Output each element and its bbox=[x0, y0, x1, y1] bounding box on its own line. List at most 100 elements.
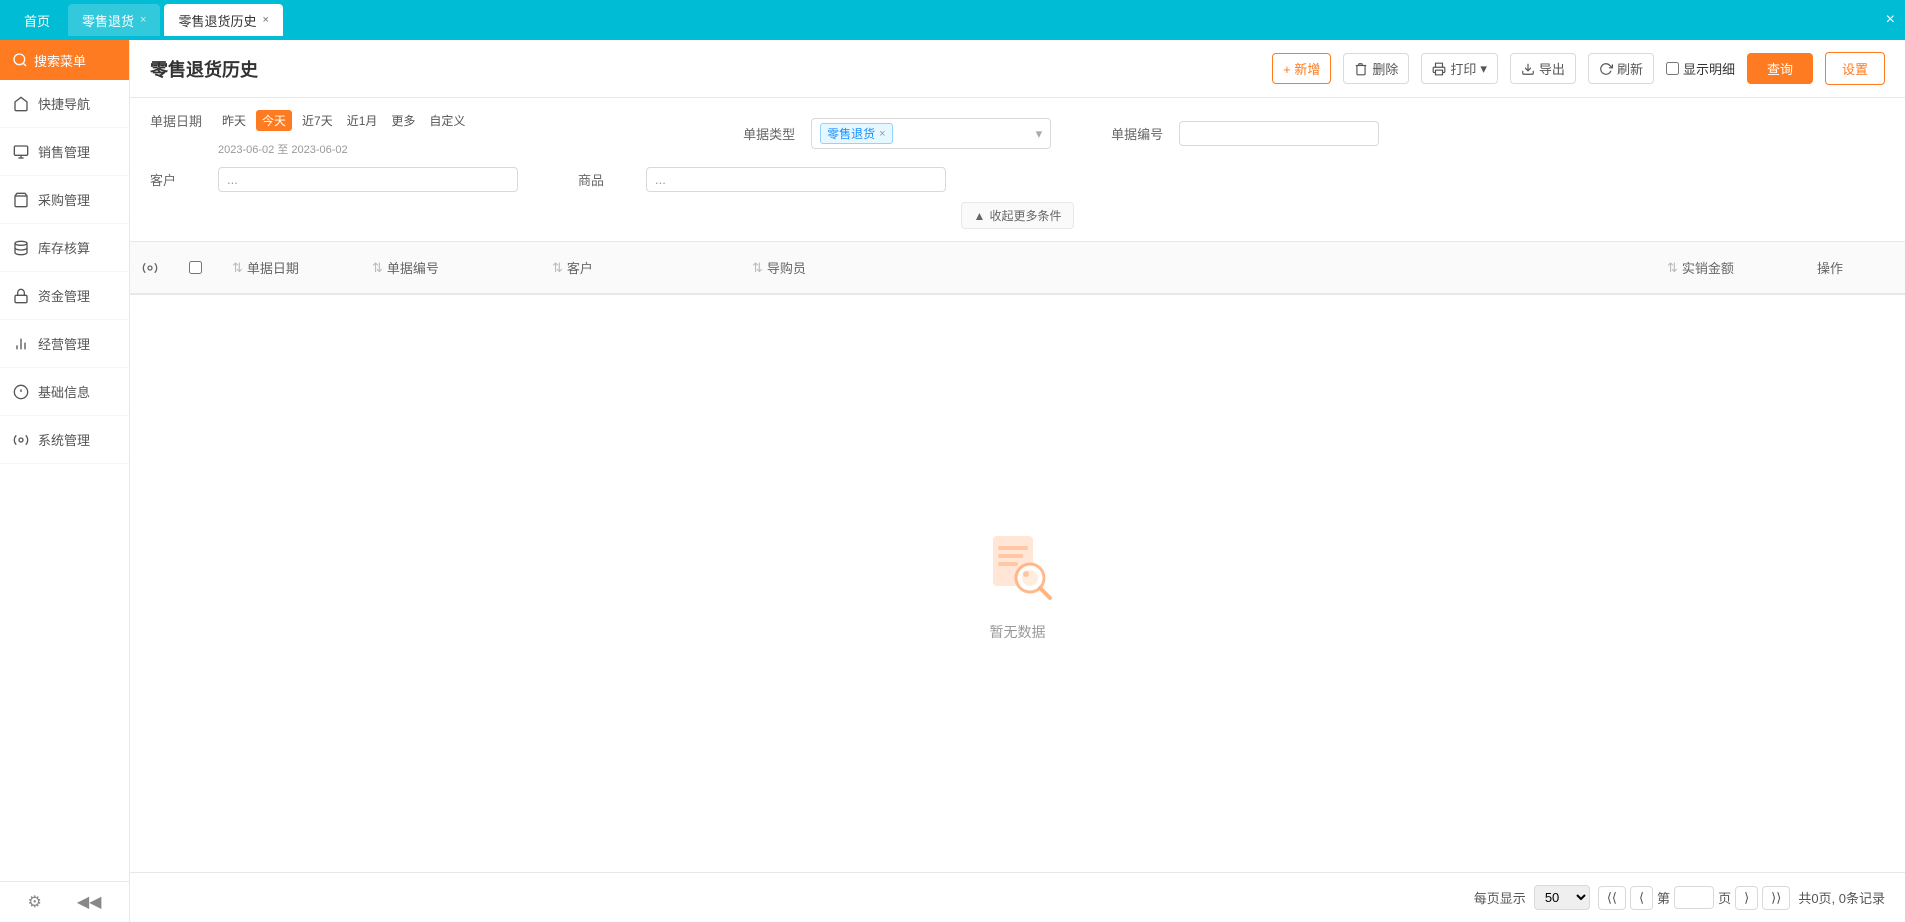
sidebar-item-system-label: 系统管理 bbox=[38, 430, 90, 449]
number-filter-label: 单据编号 bbox=[1111, 124, 1171, 143]
th-amount[interactable]: ⇅ 实销金额 bbox=[1655, 250, 1805, 285]
show-detail-checkbox[interactable] bbox=[1666, 62, 1679, 75]
tab-retail-return-history-label: 零售退货历史 bbox=[178, 11, 256, 30]
goods-filter-label: 商品 bbox=[578, 170, 638, 189]
th-number-label: 单据编号 bbox=[387, 258, 439, 277]
column-settings-icon[interactable] bbox=[142, 260, 158, 276]
date-opt-7days[interactable]: 近7天 bbox=[298, 110, 337, 131]
page-first-btn[interactable]: ⟨⟨ bbox=[1598, 886, 1626, 910]
date-filter: 单据日期 昨天 今天 近7天 近1月 更多 自定义 2023-06-02 至 2… bbox=[150, 110, 683, 157]
type-tag-text: 零售退货 bbox=[827, 125, 875, 142]
th-guide[interactable]: ⇅ 导购员 bbox=[740, 250, 940, 285]
print-label: 打印 bbox=[1450, 59, 1476, 78]
delete-label: 删除 bbox=[1372, 59, 1398, 78]
sidebar-search-label: 搜索菜单 bbox=[34, 51, 86, 70]
th-amount-label: 实销金额 bbox=[1682, 258, 1734, 277]
page-unit: 页 bbox=[1718, 888, 1731, 907]
sidebar-item-sales-label: 销售管理 bbox=[38, 142, 90, 161]
customer-filter: 客户 ... bbox=[150, 167, 518, 192]
th-checkbox[interactable] bbox=[170, 253, 220, 282]
sidebar-item-info[interactable]: 基础信息 bbox=[0, 368, 129, 416]
print-button[interactable]: 打印 ▾ bbox=[1421, 53, 1498, 84]
finance-icon bbox=[12, 287, 30, 305]
window-close-btn[interactable]: × bbox=[1886, 11, 1895, 29]
date-opt-custom[interactable]: 自定义 bbox=[425, 110, 469, 131]
refresh-button[interactable]: 刷新 bbox=[1588, 53, 1654, 84]
sidebar-item-finance[interactable]: 资金管理 bbox=[0, 272, 129, 320]
tab-home[interactable]: 首页 bbox=[10, 4, 64, 36]
business-icon bbox=[12, 335, 30, 353]
volume-icon[interactable]: ◀◀ bbox=[77, 892, 102, 912]
goods-input[interactable]: ... bbox=[646, 167, 946, 192]
page-title: 零售退货历史 bbox=[150, 56, 258, 82]
sidebar-search[interactable]: 搜索菜单 bbox=[0, 40, 129, 80]
select-all-checkbox[interactable] bbox=[189, 261, 202, 274]
type-tag-remove[interactable]: × bbox=[879, 128, 885, 140]
search-icon bbox=[12, 52, 28, 68]
number-filter-input[interactable] bbox=[1179, 121, 1379, 146]
type-dropdown[interactable]: 零售退货 × ▾ bbox=[811, 118, 1051, 149]
page-prev-btn[interactable]: ⟨ bbox=[1630, 886, 1653, 910]
sidebar-item-finance-label: 资金管理 bbox=[38, 286, 90, 305]
collapse-up-icon: ▲ bbox=[974, 209, 986, 223]
date-opt-today[interactable]: 今天 bbox=[256, 110, 292, 131]
page-header: 零售退货历史 + 新增 删除 打印 ▾ 导出 刷新 bbox=[130, 40, 1905, 98]
tab-retail-return[interactable]: 零售退货 × bbox=[68, 4, 160, 36]
tab-retail-return-close[interactable]: × bbox=[140, 14, 146, 26]
type-filter: 单据类型 零售退货 × ▾ bbox=[743, 118, 1051, 149]
show-detail-label: 显示明细 bbox=[1683, 59, 1735, 78]
sidebar-item-info-label: 基础信息 bbox=[38, 382, 90, 401]
delete-button[interactable]: 删除 bbox=[1343, 53, 1409, 84]
sidebar-item-system[interactable]: 系统管理 bbox=[0, 416, 129, 464]
tab-retail-return-label: 零售退货 bbox=[82, 11, 134, 30]
sidebar-item-sales[interactable]: 销售管理 bbox=[0, 128, 129, 176]
customer-input[interactable]: ... bbox=[218, 167, 518, 192]
query-button[interactable]: 查询 bbox=[1747, 53, 1813, 84]
customer-ellipsis[interactable]: ... bbox=[227, 172, 238, 187]
info-icon bbox=[12, 383, 30, 401]
sidebar-item-quicknav[interactable]: 快捷导航 bbox=[0, 80, 129, 128]
collapse-button[interactable]: ▲ 收起更多条件 bbox=[961, 202, 1075, 229]
th-guide-label: 导购员 bbox=[767, 258, 806, 277]
show-detail-checkbox-label[interactable]: 显示明细 bbox=[1666, 59, 1735, 78]
th-guide-icon: ⇅ bbox=[752, 260, 763, 276]
empty-text: 暂无数据 bbox=[990, 622, 1046, 642]
pagination: 每页显示 50 10 20 100 ⟨⟨ ⟨ 第 1 页 ⟩ ⟩⟩ 共0页, 0… bbox=[130, 872, 1905, 922]
tab-home-label: 首页 bbox=[24, 11, 50, 30]
sidebar: 搜索菜单 快捷导航 销售管理 采购管理 bbox=[0, 40, 130, 922]
date-opt-more[interactable]: 更多 bbox=[387, 110, 419, 131]
tab-retail-return-history-close[interactable]: × bbox=[262, 14, 268, 26]
content-area: 零售退货历史 + 新增 删除 打印 ▾ 导出 刷新 bbox=[130, 40, 1905, 922]
setting-button[interactable]: 设置 bbox=[1825, 52, 1885, 85]
date-opt-yesterday[interactable]: 昨天 bbox=[218, 110, 250, 131]
goods-ellipsis[interactable]: ... bbox=[655, 172, 666, 187]
sidebar-item-purchase[interactable]: 采购管理 bbox=[0, 176, 129, 224]
th-action: 操作 bbox=[1805, 250, 1905, 285]
new-button[interactable]: + 新增 bbox=[1272, 53, 1331, 84]
th-settings[interactable] bbox=[130, 252, 170, 284]
page-size-label: 每页显示 bbox=[1474, 888, 1526, 907]
filter-row-2: 客户 ... 商品 ... bbox=[150, 167, 1885, 192]
settings-gear-icon[interactable]: ⚙ bbox=[28, 892, 42, 912]
th-number[interactable]: ⇅ 单据编号 bbox=[360, 250, 540, 285]
page-size-select[interactable]: 50 10 20 100 bbox=[1534, 885, 1590, 910]
page-last-btn[interactable]: ⟩⟩ bbox=[1762, 886, 1790, 910]
th-customer[interactable]: ⇅ 客户 bbox=[540, 250, 740, 285]
type-dropdown-chevron-icon: ▾ bbox=[1036, 126, 1043, 142]
sidebar-item-inventory[interactable]: 库存核算 bbox=[0, 224, 129, 272]
th-date-icon: ⇅ bbox=[232, 260, 243, 276]
tab-retail-return-history[interactable]: 零售退货历史 × bbox=[164, 4, 282, 36]
tab-list: 首页 零售退货 × 零售退货历史 × bbox=[10, 4, 1886, 36]
sidebar-item-business[interactable]: 经营管理 bbox=[0, 320, 129, 368]
export-button[interactable]: 导出 bbox=[1510, 53, 1576, 84]
goods-filter: 商品 ... bbox=[578, 167, 946, 192]
page-number-input[interactable]: 1 bbox=[1674, 886, 1714, 909]
date-filter-label: 单据日期 bbox=[150, 111, 210, 130]
page-next-btn[interactable]: ⟩ bbox=[1735, 886, 1758, 910]
th-number-icon: ⇅ bbox=[372, 260, 383, 276]
number-filter: 单据编号 bbox=[1111, 121, 1379, 146]
date-opt-1month[interactable]: 近1月 bbox=[343, 110, 382, 131]
sales-icon bbox=[12, 143, 30, 161]
home-icon bbox=[12, 95, 30, 113]
th-date[interactable]: ⇅ 单据日期 bbox=[220, 250, 360, 285]
